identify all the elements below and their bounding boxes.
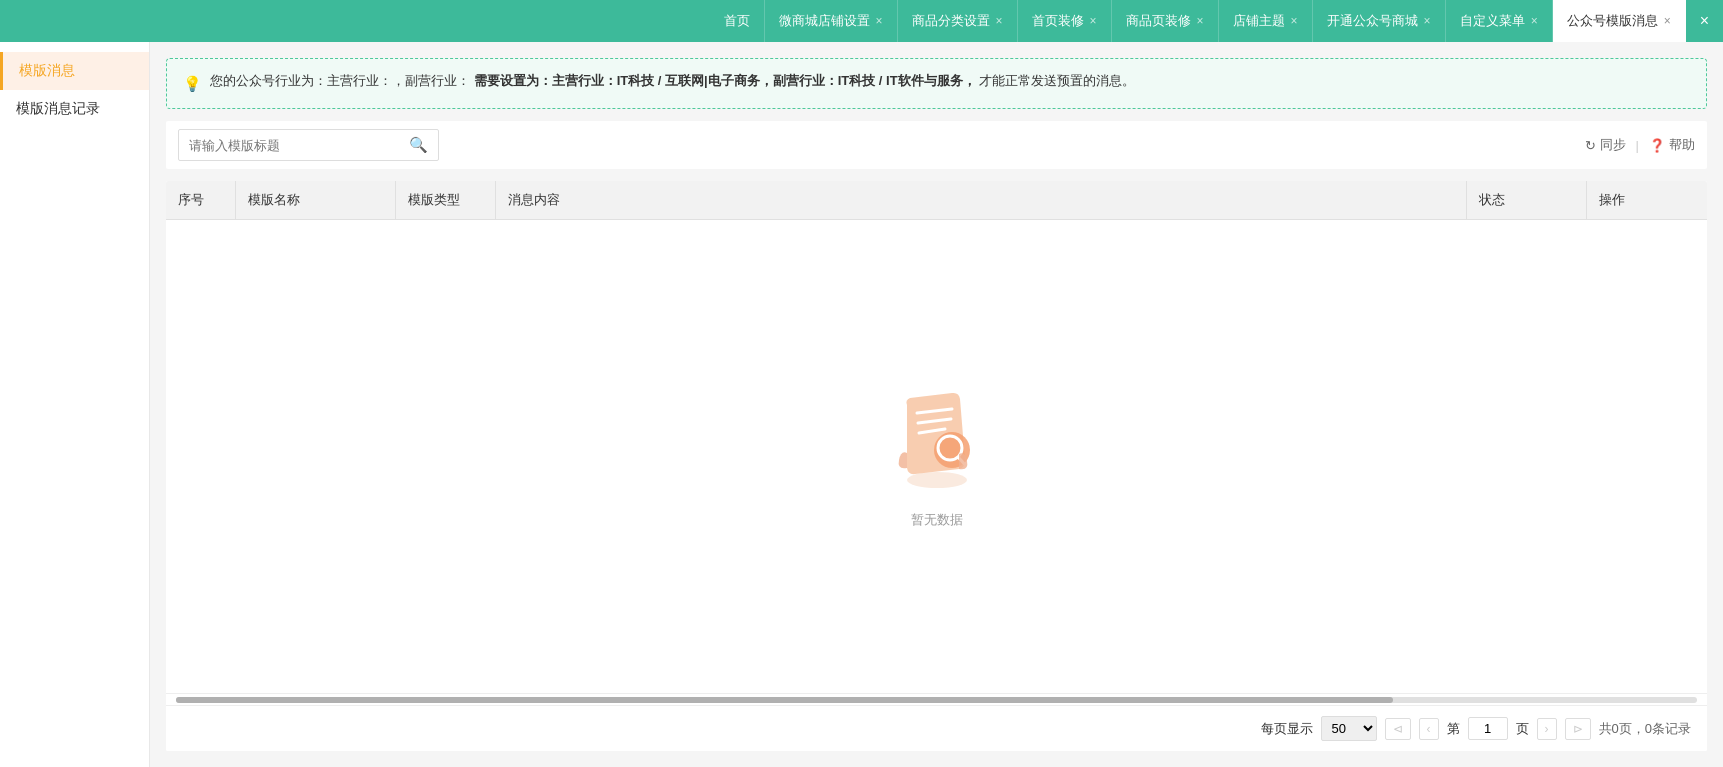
bulb-icon: 💡 — [183, 72, 202, 96]
top-nav: 首页微商城店铺设置×商品分类设置×首页装修×商品页装修×店铺主题×开通公众号商城… — [0, 0, 1723, 42]
nav-tab-label: 首页 — [724, 12, 750, 30]
nav-tab-label: 微商城店铺设置 — [779, 12, 870, 30]
tab-close-icon[interactable]: × — [1197, 14, 1204, 28]
toolbar: 🔍 ↻ 同步 | ❓ 帮助 — [166, 121, 1707, 169]
nav-tab-label: 开通公众号商城 — [1327, 12, 1418, 30]
tab-close-icon[interactable]: × — [876, 14, 883, 28]
th-模版名称: 模版名称 — [236, 181, 396, 219]
last-page-button[interactable]: ⊳ — [1565, 718, 1591, 740]
content-area: 💡 您的公众号行业为：主营行业：，副营行业： 需要设置为：主营行业：IT科技 /… — [150, 42, 1723, 767]
close-all-button[interactable]: × — [1686, 12, 1723, 30]
notice-box: 💡 您的公众号行业为：主营行业：，副营行业： 需要设置为：主营行业：IT科技 /… — [166, 58, 1707, 109]
nav-tab-公众号模版消息[interactable]: 公众号模版消息 × — [1553, 0, 1686, 42]
nav-tab-label: 公众号模版消息 — [1567, 12, 1658, 30]
sync-button[interactable]: ↻ 同步 — [1585, 136, 1626, 154]
prev-page-button[interactable]: ‹ — [1419, 718, 1439, 740]
nav-tab-商品页装修[interactable]: 商品页装修 × — [1112, 0, 1219, 42]
nav-tab-店铺主题[interactable]: 店铺主题 × — [1219, 0, 1313, 42]
next-page-button[interactable]: › — [1537, 718, 1557, 740]
page-size-select[interactable]: 50 20 100 — [1321, 716, 1377, 741]
search-input[interactable] — [179, 132, 399, 159]
svg-point-0 — [907, 472, 967, 488]
th-序号: 序号 — [166, 181, 236, 219]
notice-text: 您的公众号行业为：主营行业：，副营行业： 需要设置为：主营行业：IT科技 / 互… — [210, 71, 1135, 92]
nav-tab-微商城店铺设置[interactable]: 微商城店铺设置 × — [765, 0, 898, 42]
help-label: 帮助 — [1669, 136, 1695, 154]
page-total: 共0页，0条记录 — [1599, 720, 1691, 738]
nav-tab-label: 商品页装修 — [1126, 12, 1191, 30]
toolbar-right: ↻ 同步 | ❓ 帮助 — [1585, 136, 1695, 154]
tab-close-icon[interactable]: × — [996, 14, 1003, 28]
empty-icon — [877, 385, 997, 495]
main-layout: 模版消息模版消息记录 💡 您的公众号行业为：主营行业：，副营行业： 需要设置为：… — [0, 42, 1723, 767]
page-unit-label: 页 — [1516, 720, 1529, 738]
scroll-area[interactable] — [166, 693, 1707, 705]
tab-close-icon[interactable]: × — [1531, 14, 1538, 28]
empty-text: 暂无数据 — [911, 511, 963, 529]
first-page-button[interactable]: ⊲ — [1385, 718, 1411, 740]
search-button[interactable]: 🔍 — [399, 130, 438, 160]
table-header: 序号模版名称模版类型消息内容状态操作 — [166, 181, 1707, 220]
th-操作: 操作 — [1587, 181, 1707, 219]
pagination: 每页显示 50 20 100 ⊲ ‹ 第 页 › ⊳ 共0页，0条记录 — [166, 705, 1707, 751]
sidebar: 模版消息模版消息记录 — [0, 42, 150, 767]
help-icon: ❓ — [1649, 138, 1665, 153]
nav-tab-label: 店铺主题 — [1233, 12, 1285, 30]
nav-tab-label: 商品分类设置 — [912, 12, 990, 30]
page-number-input[interactable] — [1468, 717, 1508, 740]
sidebar-item-template-msg-record[interactable]: 模版消息记录 — [0, 90, 149, 128]
nav-tab-label: 首页装修 — [1032, 12, 1084, 30]
search-bar: 🔍 — [178, 129, 439, 161]
nav-tab-自定义菜单[interactable]: 自定义菜单 × — [1446, 0, 1553, 42]
empty-state: 暂无数据 — [166, 220, 1707, 693]
th-模版类型: 模版类型 — [396, 181, 496, 219]
th-状态: 状态 — [1467, 181, 1587, 219]
scroll-track — [176, 697, 1697, 703]
nav-tab-商品分类设置[interactable]: 商品分类设置 × — [898, 0, 1018, 42]
notice-highlight: 需要设置为：主营行业：IT科技 / 互联网|电子商务，副营行业：IT科技 / I… — [474, 73, 976, 88]
nav-tab-首页装修[interactable]: 首页装修 × — [1018, 0, 1112, 42]
nav-tab-开通公众号商城[interactable]: 开通公众号商城 × — [1313, 0, 1446, 42]
nav-tab-首页[interactable]: 首页 — [710, 0, 765, 42]
tab-close-icon[interactable]: × — [1664, 14, 1671, 28]
page-size-label: 每页显示 — [1261, 720, 1313, 738]
help-button[interactable]: ❓ 帮助 — [1649, 136, 1695, 154]
nav-tab-label: 自定义菜单 — [1460, 12, 1525, 30]
tab-close-icon[interactable]: × — [1090, 14, 1097, 28]
page-prefix-label: 第 — [1447, 720, 1460, 738]
sync-icon: ↻ — [1585, 138, 1596, 153]
scroll-thumb — [176, 697, 1393, 703]
tab-close-icon[interactable]: × — [1424, 14, 1431, 28]
th-消息内容: 消息内容 — [496, 181, 1467, 219]
sync-label: 同步 — [1600, 136, 1626, 154]
tab-close-icon[interactable]: × — [1291, 14, 1298, 28]
table-wrapper: 序号模版名称模版类型消息内容状态操作 — [166, 181, 1707, 751]
sidebar-item-template-msg[interactable]: 模版消息 — [0, 52, 149, 90]
divider: | — [1636, 138, 1639, 153]
